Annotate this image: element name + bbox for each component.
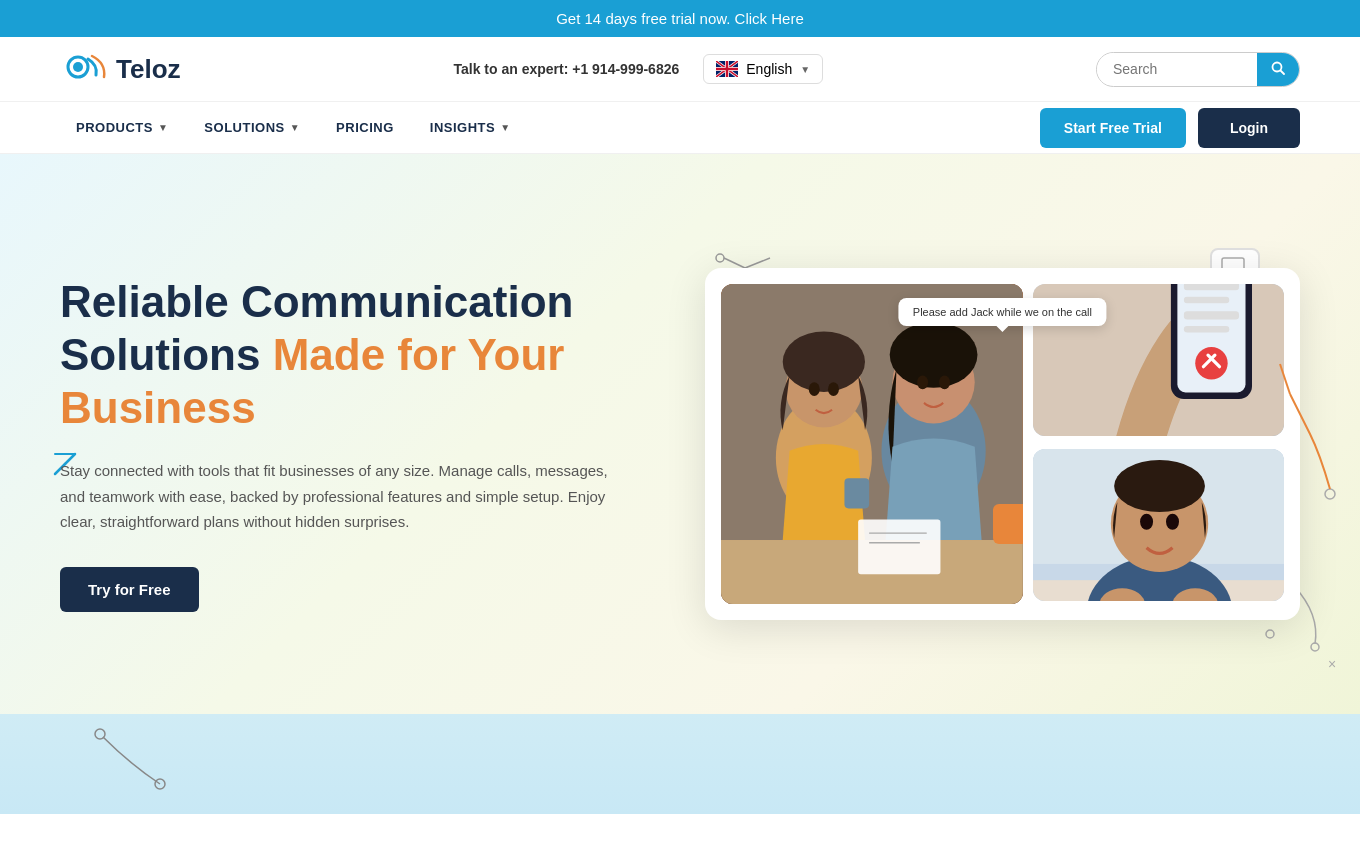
hero-title: Reliable CommunicationSolutions Made for… xyxy=(60,276,665,434)
svg-point-50 xyxy=(1325,489,1335,499)
nav-item-products[interactable]: PRODUCTS ▼ xyxy=(60,102,184,153)
svg-rect-27 xyxy=(858,519,940,574)
try-for-free-button[interactable]: Try for Free xyxy=(60,567,199,612)
svg-point-20 xyxy=(828,382,839,396)
header-right xyxy=(1096,52,1300,87)
call-bubble: Please add Jack while we on the call xyxy=(899,298,1106,326)
nav-left: PRODUCTS ▼ SOLUTIONS ▼ PRICING INSIGHTS … xyxy=(60,102,527,153)
nav-solutions-label: SOLUTIONS xyxy=(204,120,284,135)
svg-point-46 xyxy=(1140,514,1153,530)
expert-contact: Talk to an expert: +1 914-999-6826 xyxy=(453,61,679,77)
nav-pricing-label: PRICING xyxy=(336,120,394,135)
women-photo xyxy=(721,284,1023,604)
hero-image-card: Please add Jack while we on the call xyxy=(705,268,1300,620)
chevron-down-icon: ▼ xyxy=(500,122,510,133)
svg-rect-34 xyxy=(1183,297,1228,303)
search-container xyxy=(1096,52,1300,87)
flag-uk-icon xyxy=(716,61,738,77)
svg-point-8 xyxy=(716,254,724,262)
nav-right: Start Free Trial Login xyxy=(1040,108,1300,148)
svg-line-9 xyxy=(724,258,745,268)
search-button[interactable] xyxy=(1257,53,1299,86)
decoration-lines-icon xyxy=(1270,344,1340,544)
language-selector[interactable]: English ▼ xyxy=(703,54,823,84)
expert-phone[interactable]: +1 914-999-6826 xyxy=(572,61,679,77)
svg-rect-21 xyxy=(844,478,869,508)
svg-rect-36 xyxy=(1183,326,1228,332)
hero-images-grid xyxy=(721,284,1284,604)
teloz-logo-icon xyxy=(60,51,108,87)
header-center: Talk to an expert: +1 914-999-6826 Engli… xyxy=(453,54,823,84)
main-nav: PRODUCTS ▼ SOLUTIONS ▼ PRICING INSIGHTS … xyxy=(0,102,1360,154)
hero-section: Reliable CommunicationSolutions Made for… xyxy=(0,154,1360,714)
nav-item-solutions[interactable]: SOLUTIONS ▼ xyxy=(188,102,316,153)
svg-point-52 xyxy=(1311,643,1319,651)
expert-label: Talk to an expert: xyxy=(453,61,568,77)
svg-point-18 xyxy=(783,332,865,392)
hero-visual: Please add Jack while we on the call xyxy=(705,268,1300,620)
logo[interactable]: Teloz xyxy=(60,51,181,87)
nav-insights-label: INSIGHTS xyxy=(430,120,495,135)
svg-point-26 xyxy=(939,375,950,389)
svg-text:×: × xyxy=(1328,656,1336,672)
svg-point-37 xyxy=(1195,347,1227,379)
promo-banner[interactable]: Get 14 days free trial now. Click Here xyxy=(0,0,1360,37)
nav-item-insights[interactable]: INSIGHTS ▼ xyxy=(414,102,527,153)
bottom-preview-section xyxy=(0,714,1360,814)
orange-accent-square xyxy=(993,504,1023,544)
hero-content: Reliable CommunicationSolutions Made for… xyxy=(60,276,705,612)
svg-point-1 xyxy=(73,62,83,72)
svg-point-25 xyxy=(917,375,928,389)
svg-line-10 xyxy=(745,258,770,268)
svg-point-19 xyxy=(809,382,820,396)
search-input[interactable] xyxy=(1097,53,1257,85)
man-desk-image xyxy=(1033,449,1284,601)
site-header: Teloz Talk to an expert: +1 914-999-6826… xyxy=(0,37,1360,102)
nav-products-label: PRODUCTS xyxy=(76,120,153,135)
bottom-deco-path-icon xyxy=(80,724,180,804)
start-trial-button[interactable]: Start Free Trial xyxy=(1040,108,1186,148)
chevron-down-icon: ▼ xyxy=(290,122,300,133)
women-talking-image xyxy=(721,284,1023,604)
language-chevron-icon: ▼ xyxy=(800,64,810,75)
svg-rect-33 xyxy=(1183,284,1238,290)
nav-item-pricing[interactable]: PRICING xyxy=(320,102,410,153)
login-button[interactable]: Login xyxy=(1198,108,1300,148)
banner-text: Get 14 days free trial now. Click Here xyxy=(556,10,804,27)
svg-point-54 xyxy=(1266,630,1274,638)
svg-line-4 xyxy=(1281,70,1285,74)
svg-rect-35 xyxy=(1183,311,1238,319)
search-icon xyxy=(1271,61,1285,75)
logo-text: Teloz xyxy=(116,54,181,85)
svg-point-47 xyxy=(1166,514,1179,530)
language-label: English xyxy=(746,61,792,77)
hero-description: Stay connected with tools that fit busin… xyxy=(60,458,620,535)
svg-point-45 xyxy=(1114,460,1205,512)
svg-point-24 xyxy=(889,322,977,388)
chevron-down-icon: ▼ xyxy=(158,122,168,133)
